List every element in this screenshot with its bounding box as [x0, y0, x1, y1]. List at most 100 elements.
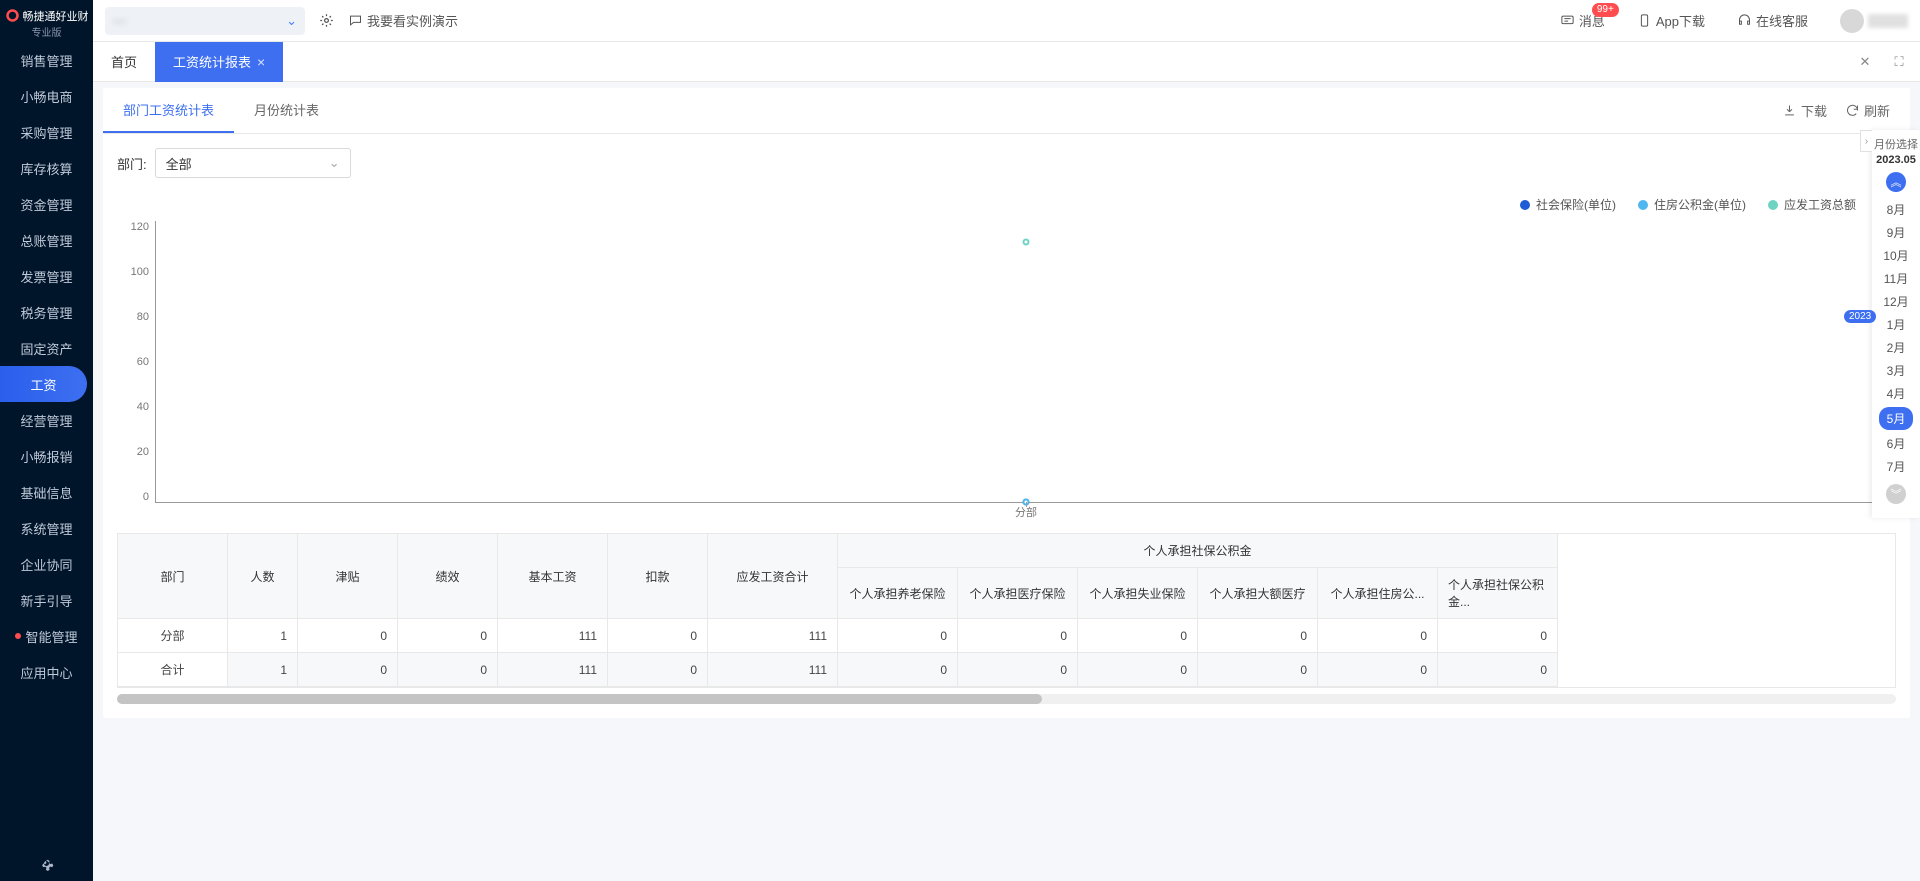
org-selector[interactable]: — ⌄ — [105, 7, 305, 35]
month-item[interactable]: 12月 — [1875, 290, 1918, 313]
table-header: 个人承担养老保险 — [838, 568, 958, 619]
table-cell: 0 — [1438, 619, 1558, 653]
table-cell: 0 — [1198, 619, 1318, 653]
month-item[interactable]: 4月 — [1875, 382, 1918, 405]
table-header: 津贴 — [298, 534, 398, 619]
settings-icon[interactable] — [0, 845, 93, 881]
month-item[interactable]: 8月 — [1875, 198, 1918, 221]
table-cell: 0 — [298, 653, 398, 687]
table-cell: 合计 — [118, 653, 228, 687]
sidebar-item-14[interactable]: 企业协同 — [0, 546, 93, 582]
collapse-icon[interactable]: › — [1860, 130, 1872, 152]
sidebar-item-12[interactable]: 基础信息 — [0, 474, 93, 510]
table-header-group: 个人承担社保公积金 — [838, 534, 1558, 568]
chevron-down-icon: ⌄ — [329, 155, 340, 171]
table-header: 个人承担住房公... — [1318, 568, 1438, 619]
app-download-button[interactable]: App下载 — [1637, 11, 1705, 30]
refresh-icon — [1845, 103, 1860, 118]
month-item[interactable]: 5月 — [1879, 407, 1914, 430]
month-item[interactable]: 6月 — [1875, 432, 1918, 455]
year-badge: 2023 — [1844, 310, 1876, 323]
table-cell: 0 — [1318, 619, 1438, 653]
table-cell: 0 — [608, 619, 708, 653]
gear-icon[interactable] — [319, 13, 334, 28]
table-cell: 111 — [708, 653, 838, 687]
table-cell: 0 — [1078, 619, 1198, 653]
tab-salary-report[interactable]: 工资统计报表 × — [155, 42, 283, 82]
sidebar-item-2[interactable]: 采购管理 — [0, 114, 93, 150]
horizontal-scrollbar[interactable] — [117, 694, 1896, 704]
chevron-down-icon: ⌄ — [286, 13, 297, 29]
table-cell: 0 — [398, 653, 498, 687]
month-item[interactable]: 7月 — [1875, 455, 1918, 478]
sidebar-item-16[interactable]: 智能管理 — [0, 618, 93, 654]
sidebar-item-4[interactable]: 资金管理 — [0, 186, 93, 222]
table-header: 个人承担医疗保险 — [958, 568, 1078, 619]
open-tabs: 首页 工资统计报表 × ✕ ⛶ — [93, 42, 1920, 82]
table-cell: 0 — [1438, 653, 1558, 687]
messages-button[interactable]: 消息 99+ — [1560, 11, 1605, 30]
user-menu[interactable] — [1840, 9, 1908, 33]
sidebar-item-17[interactable]: 应用中心 — [0, 654, 93, 690]
table-cell: 0 — [298, 619, 398, 653]
download-button[interactable]: 下载 — [1782, 101, 1827, 120]
legend-item[interactable]: 应发工资总额 — [1768, 196, 1856, 213]
table-header: 个人承担社保公积金... — [1438, 568, 1558, 619]
sidebar-item-7[interactable]: 税务管理 — [0, 294, 93, 330]
mobile-icon — [1637, 13, 1652, 28]
month-item[interactable]: 1月 — [1875, 313, 1918, 336]
table-cell: 1 — [228, 653, 298, 687]
brand-logo: 畅捷通好业财 专业版 — [0, 0, 93, 42]
month-picker: › 月份选择 2023.05 ︽ 8月9月10月11月12月1月2月3月4月5月… — [1872, 130, 1920, 518]
sidebar-item-8[interactable]: 固定资产 — [0, 330, 93, 366]
dept-filter-select[interactable]: 全部 ⌄ — [155, 148, 351, 178]
month-item[interactable]: 10月 — [1875, 244, 1918, 267]
month-item[interactable]: 9月 — [1875, 221, 1918, 244]
dept-filter-label: 部门: — [117, 154, 147, 173]
table-header: 部门 — [118, 534, 228, 619]
month-item[interactable]: 3月 — [1875, 359, 1918, 382]
table-cell: 0 — [838, 619, 958, 653]
subtab-dept[interactable]: 部门工资统计表 — [103, 88, 234, 133]
sidebar-item-1[interactable]: 小畅电商 — [0, 78, 93, 114]
table-cell: 分部 — [118, 619, 228, 653]
sidebar-item-3[interactable]: 库存核算 — [0, 150, 93, 186]
month-up-icon[interactable]: ︽ — [1886, 172, 1906, 192]
month-item[interactable]: 11月 — [1875, 267, 1918, 290]
sidebar-item-5[interactable]: 总账管理 — [0, 222, 93, 258]
sidebar-item-11[interactable]: 小畅报销 — [0, 438, 93, 474]
sidebar-item-0[interactable]: 销售管理 — [0, 42, 93, 78]
subtab-month[interactable]: 月份统计表 — [234, 88, 339, 133]
message-icon — [1560, 13, 1575, 28]
sidebar: 畅捷通好业财 专业版 销售管理小畅电商采购管理库存核算资金管理总账管理发票管理税… — [0, 0, 93, 881]
message-badge: 99+ — [1592, 3, 1619, 17]
sidebar-item-15[interactable]: 新手引导 — [0, 582, 93, 618]
download-icon — [1782, 103, 1797, 118]
data-table: 部门人数津贴绩效基本工资扣款应发工资合计个人承担社保公积金个人承担养老保险个人承… — [103, 531, 1910, 718]
avatar — [1840, 9, 1864, 33]
table-header: 个人承担失业保险 — [1078, 568, 1198, 619]
table-cell: 111 — [498, 653, 608, 687]
tab-home[interactable]: 首页 — [93, 42, 155, 82]
support-button[interactable]: 在线客服 — [1737, 11, 1808, 30]
table-cell: 111 — [708, 619, 838, 653]
table-cell: 0 — [1318, 653, 1438, 687]
table-header: 应发工资合计 — [708, 534, 838, 619]
close-icon[interactable]: × — [257, 54, 265, 70]
topbar: — ⌄ 我要看实例演示 消息 99+ App下载 — [93, 0, 1920, 42]
table-cell: 0 — [838, 653, 958, 687]
close-all-icon[interactable]: ✕ — [1852, 49, 1878, 75]
legend-item[interactable]: 社会保险(单位) — [1520, 196, 1616, 213]
sidebar-item-10[interactable]: 经营管理 — [0, 402, 93, 438]
chart-point[interactable] — [1023, 239, 1030, 246]
refresh-button[interactable]: 刷新 — [1845, 101, 1890, 120]
sidebar-item-9[interactable]: 工资 — [0, 366, 87, 402]
fullscreen-icon[interactable]: ⛶ — [1886, 49, 1912, 75]
month-item[interactable]: 2月 — [1875, 336, 1918, 359]
sidebar-item-13[interactable]: 系统管理 — [0, 510, 93, 546]
demo-link[interactable]: 我要看实例演示 — [348, 11, 458, 30]
sidebar-item-6[interactable]: 发票管理 — [0, 258, 93, 294]
legend-item[interactable]: 住房公积金(单位) — [1638, 196, 1746, 213]
month-down-icon[interactable]: ︾ — [1886, 484, 1906, 504]
table-cell: 0 — [1078, 653, 1198, 687]
